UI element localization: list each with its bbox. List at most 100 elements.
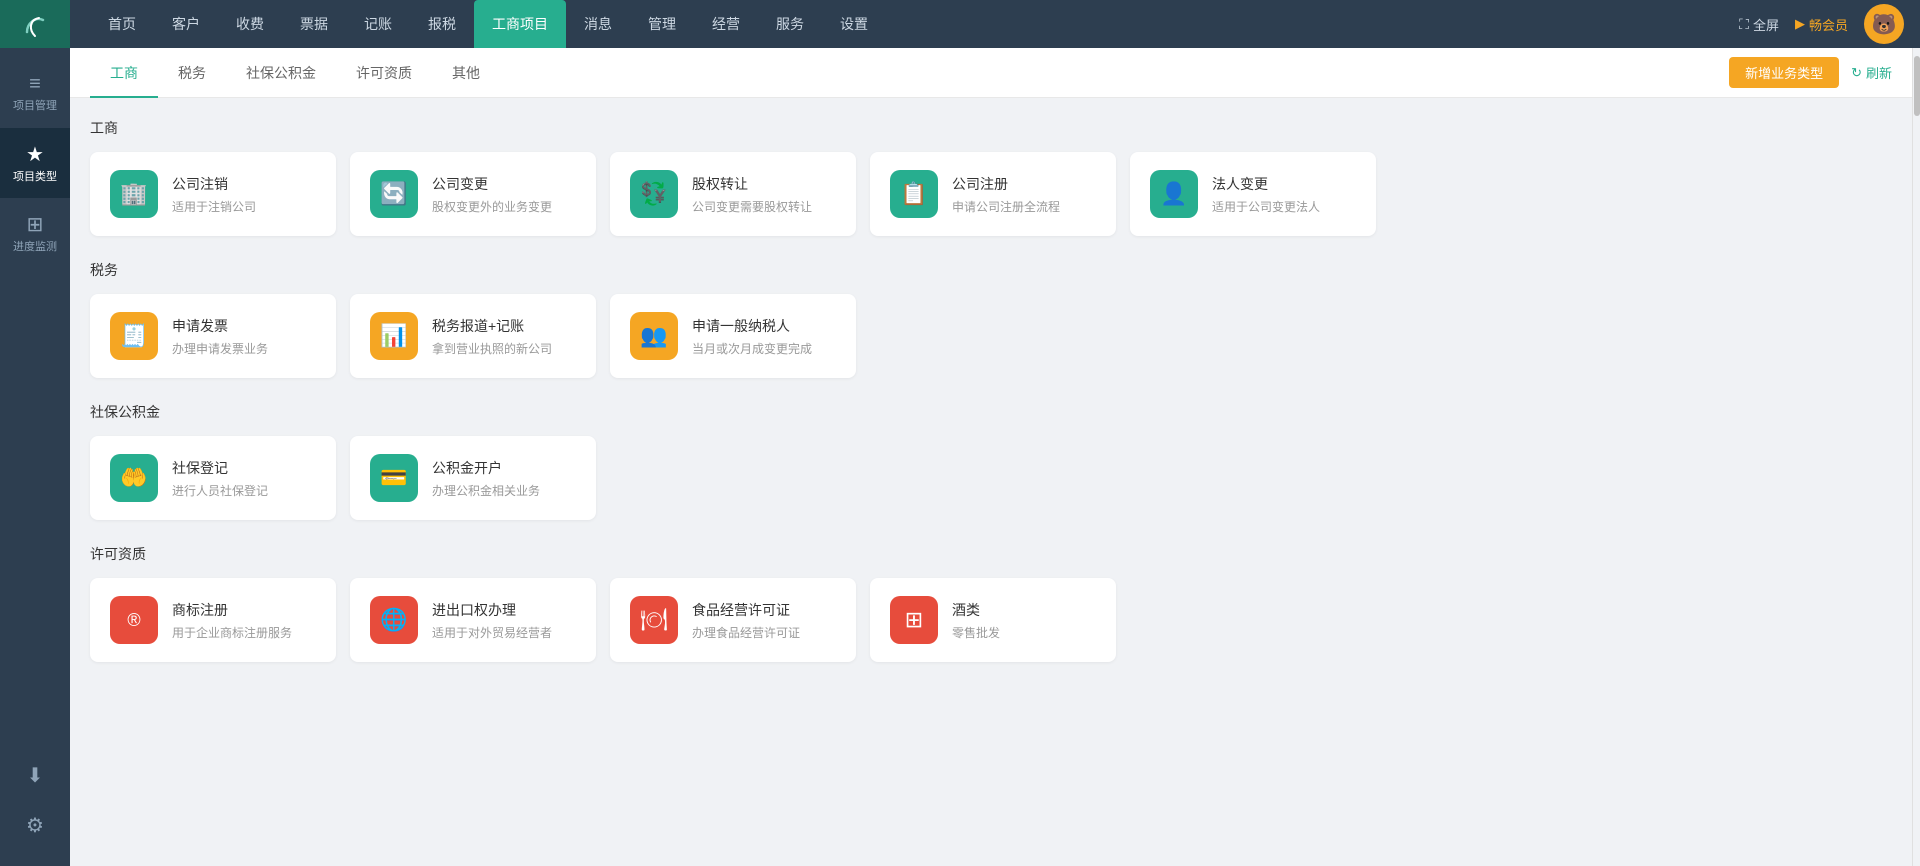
sidebar-item-project-manage[interactable]: ≡ 项目管理 (0, 58, 70, 128)
support-icon: ⚙ (26, 813, 44, 838)
card-desc: 办理公积金相关业务 (432, 482, 540, 499)
nav-service[interactable]: 服务 (758, 0, 822, 48)
card-title: 法人变更 (1212, 174, 1320, 194)
apply-invoice-icon: 🧾 (110, 312, 158, 360)
nav-settings[interactable]: 设置 (822, 0, 886, 48)
sidebar-item-project-type[interactable]: ★ 项目类型 (0, 128, 70, 198)
general-taxpayer-icon: 👥 (630, 312, 678, 360)
main-layout: ≡ 项目管理 ★ 项目类型 ⊞ 进度监测 ⬇ ⚙ 工商 税务 社保公积金 许可资… (0, 48, 1920, 866)
card-title: 税务报道+记账 (432, 316, 552, 336)
new-type-button[interactable]: 新增业务类型 (1729, 57, 1839, 88)
card-desc: 股权变更外的业务变更 (432, 198, 552, 215)
nav-items: 首页 客户 收费 票据 记账 报税 工商项目 消息 管理 经营 服务 设置 (70, 0, 1739, 48)
nav-home[interactable]: 首页 (90, 0, 154, 48)
card-fund-account[interactable]: 💳 公积金开户 办理公积金相关业务 (350, 436, 596, 520)
scroll-content[interactable]: 工商 🏢 公司注销 适用于注销公司 🔄 公司变更 股权变更外的业务变更 (70, 98, 1912, 866)
equity-transfer-icon: 💱 (630, 170, 678, 218)
card-company-cancel-text: 公司注销 适用于注销公司 (172, 174, 256, 215)
logo-area (0, 0, 70, 48)
nav-customer[interactable]: 客户 (154, 0, 218, 48)
card-tax-accounting[interactable]: 📊 税务报道+记账 拿到营业执照的新公司 (350, 294, 596, 378)
tab-license[interactable]: 许可资质 (336, 48, 432, 98)
card-apply-invoice[interactable]: 🧾 申请发票 办理申请发票业务 (90, 294, 336, 378)
section-title-commerce: 工商 (90, 118, 1892, 138)
download-icon: ⬇ (27, 763, 44, 788)
card-food-license-text: 食品经营许可证 办理食品经营许可证 (692, 600, 800, 641)
tab-social-insurance[interactable]: 社保公积金 (226, 48, 336, 98)
social-card-grid: 🤲 社保登记 进行人员社保登记 💳 公积金开户 办理公积金相关业务 (90, 436, 1892, 520)
card-desc: 适用于注销公司 (172, 198, 256, 215)
sidebar-support-btn[interactable]: ⚙ (0, 800, 70, 850)
fullscreen-label: 全屏 (1753, 15, 1779, 34)
card-desc: 办理食品经营许可证 (692, 624, 800, 641)
sidebar: ≡ 项目管理 ★ 项目类型 ⊞ 进度监测 ⬇ ⚙ (0, 48, 70, 866)
sidebar-label-project-manage: 项目管理 (13, 100, 57, 113)
card-general-taxpayer[interactable]: 👥 申请一般纳税人 当月或次月成变更完成 (610, 294, 856, 378)
card-desc: 适用于对外贸易经营者 (432, 624, 552, 641)
social-register-icon: 🤲 (110, 454, 158, 502)
refresh-label: 刷新 (1866, 63, 1892, 82)
nav-operation[interactable]: 经营 (694, 0, 758, 48)
fund-account-icon: 💳 (370, 454, 418, 502)
vip-btn[interactable]: ▶ 畅会员 (1795, 15, 1848, 34)
sidebar-label-project-type: 项目类型 (13, 171, 57, 184)
nav-fee[interactable]: 收费 (218, 0, 282, 48)
tax-accounting-icon: 📊 (370, 312, 418, 360)
card-apply-invoice-text: 申请发票 办理申请发票业务 (172, 316, 268, 357)
card-title: 酒类 (952, 600, 1000, 620)
tab-actions: 新增业务类型 ↻ 刷新 (1729, 57, 1892, 88)
nav-right: ⛶ 全屏 ▶ 畅会员 🐻 (1739, 4, 1920, 44)
card-desc: 公司变更需要股权转让 (692, 198, 812, 215)
card-tax-accounting-text: 税务报道+记账 拿到营业执照的新公司 (432, 316, 552, 357)
card-legal-change[interactable]: 👤 法人变更 适用于公司变更法人 (1130, 152, 1376, 236)
card-import-export[interactable]: 🌐 进出口权办理 适用于对外贸易经营者 (350, 578, 596, 662)
card-desc: 用于企业商标注册服务 (172, 624, 292, 641)
card-food-license[interactable]: 🍽 食品经营许可证 办理食品经营许可证 (610, 578, 856, 662)
tab-other[interactable]: 其他 (432, 48, 500, 98)
tab-commerce[interactable]: 工商 (90, 48, 158, 98)
legal-change-icon: 👤 (1150, 170, 1198, 218)
section-title-tax: 税务 (90, 260, 1892, 280)
card-desc: 零售批发 (952, 624, 1000, 641)
tab-tax[interactable]: 税务 (158, 48, 226, 98)
tab-bar: 工商 税务 社保公积金 许可资质 其他 新增业务类型 ↻ 刷新 (70, 48, 1912, 98)
nav-tax[interactable]: 报税 (410, 0, 474, 48)
mascot-avatar[interactable]: 🐻 (1864, 4, 1904, 44)
alcohol-icon: ⊞ (890, 596, 938, 644)
card-alcohol[interactable]: ⊞ 酒类 零售批发 (870, 578, 1116, 662)
card-title: 申请发票 (172, 316, 268, 336)
grid-icon: ⊞ (27, 212, 44, 237)
card-trademark[interactable]: ® 商标注册 用于企业商标注册服务 (90, 578, 336, 662)
nav-accounting[interactable]: 记账 (346, 0, 410, 48)
sidebar-download-btn[interactable]: ⬇ (0, 750, 70, 800)
card-social-register-text: 社保登记 进行人员社保登记 (172, 458, 268, 499)
refresh-icon: ↻ (1851, 65, 1862, 81)
scrollbar-thumb[interactable] (1914, 56, 1920, 116)
card-company-change-text: 公司变更 股权变更外的业务变更 (432, 174, 552, 215)
company-cancel-icon: 🏢 (110, 170, 158, 218)
nav-invoice[interactable]: 票据 (282, 0, 346, 48)
card-desc: 进行人员社保登记 (172, 482, 268, 499)
card-title: 商标注册 (172, 600, 292, 620)
card-title: 进出口权办理 (432, 600, 552, 620)
card-legal-change-text: 法人变更 适用于公司变更法人 (1212, 174, 1320, 215)
card-desc: 办理申请发票业务 (172, 340, 268, 357)
card-fund-account-text: 公积金开户 办理公积金相关业务 (432, 458, 540, 499)
nav-message[interactable]: 消息 (566, 0, 630, 48)
fullscreen-btn[interactable]: ⛶ 全屏 (1739, 15, 1779, 34)
card-company-register[interactable]: 📋 公司注册 申请公司注册全流程 (870, 152, 1116, 236)
sidebar-bottom: ⬇ ⚙ (0, 750, 70, 866)
list-icon: ≡ (29, 73, 41, 96)
card-company-cancel[interactable]: 🏢 公司注销 适用于注销公司 (90, 152, 336, 236)
trademark-icon: ® (110, 596, 158, 644)
nav-commerce[interactable]: 工商项目 (474, 0, 566, 48)
card-equity-transfer[interactable]: 💱 股权转让 公司变更需要股权转让 (610, 152, 856, 236)
sidebar-item-progress-monitor[interactable]: ⊞ 进度监测 (0, 198, 70, 268)
top-nav: 首页 客户 收费 票据 记账 报税 工商项目 消息 管理 经营 服务 设置 ⛶ … (0, 0, 1920, 48)
refresh-button[interactable]: ↻ 刷新 (1851, 63, 1892, 82)
nav-manage[interactable]: 管理 (630, 0, 694, 48)
fullscreen-icon: ⛶ (1739, 16, 1749, 33)
card-company-change[interactable]: 🔄 公司变更 股权变更外的业务变更 (350, 152, 596, 236)
card-alcohol-text: 酒类 零售批发 (952, 600, 1000, 641)
card-social-register[interactable]: 🤲 社保登记 进行人员社保登记 (90, 436, 336, 520)
